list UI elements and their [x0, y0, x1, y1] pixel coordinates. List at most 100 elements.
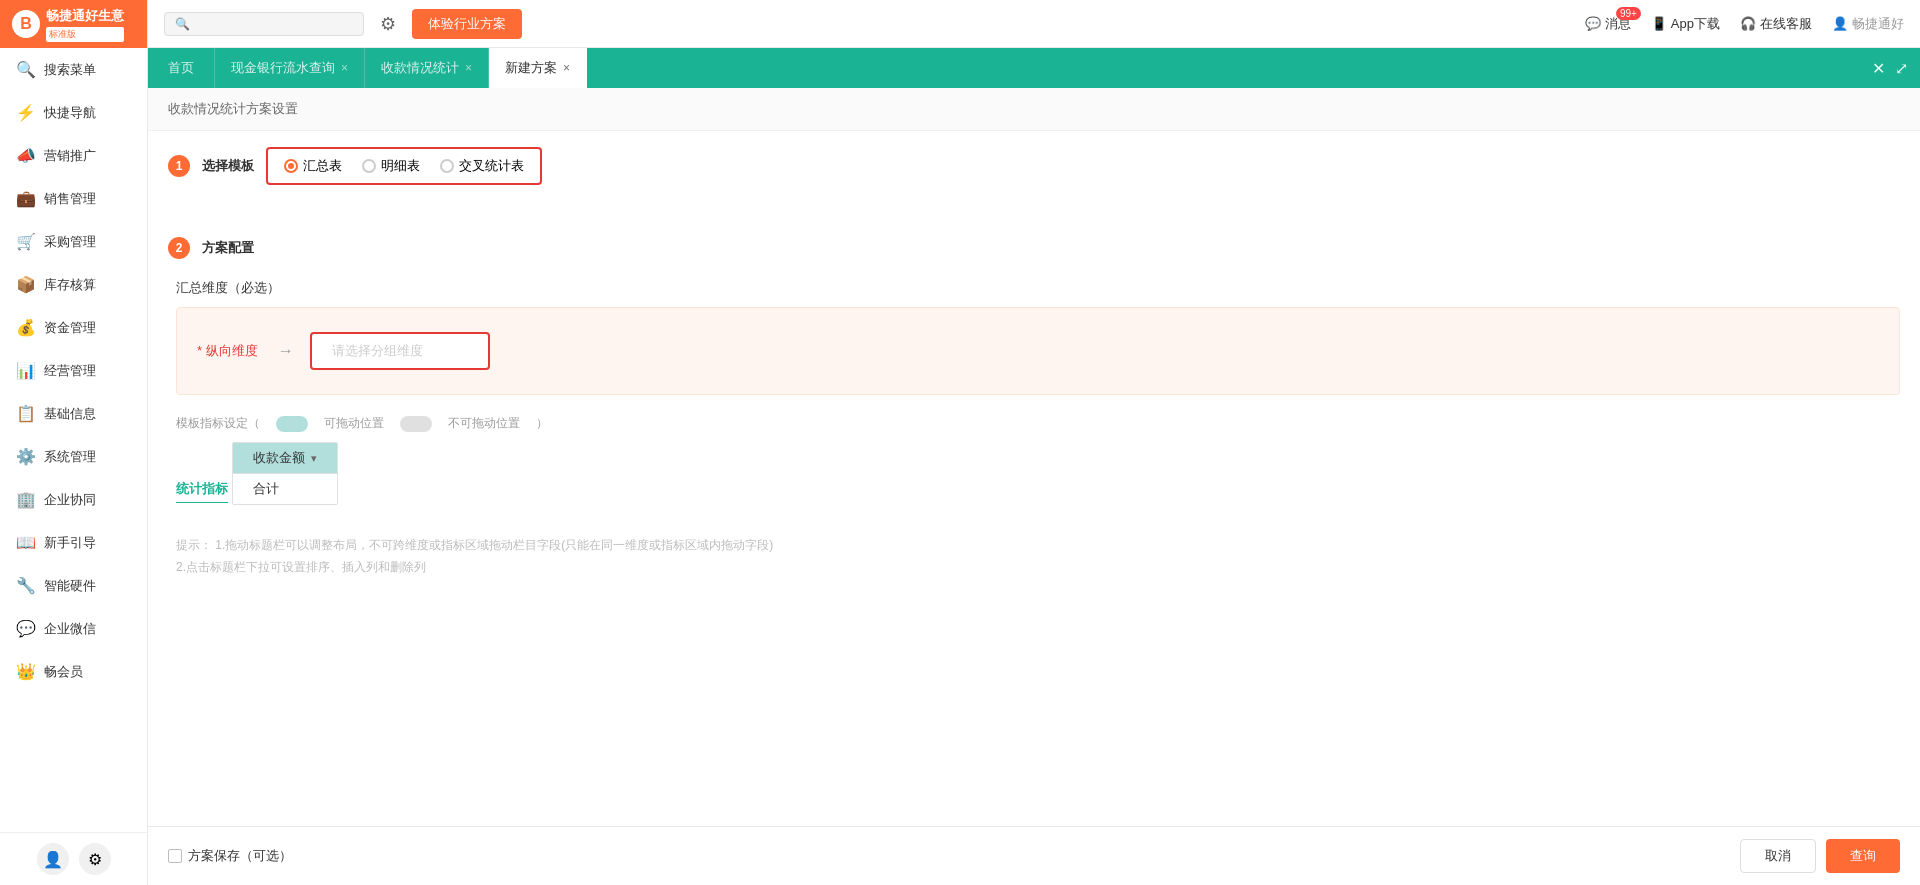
cancel-button[interactable]: 取消	[1740, 839, 1816, 873]
tab-expand-icon[interactable]: ⤢	[1895, 59, 1908, 78]
user-info: 👤 畅捷通好	[1832, 15, 1904, 33]
guide-icon: 📖	[16, 533, 36, 552]
header-search-bar[interactable]: 🔍	[164, 12, 364, 36]
collab-icon: 🏢	[16, 490, 36, 509]
support-label: 在线客服	[1760, 15, 1812, 33]
gear-icon[interactable]: ⚙	[380, 13, 396, 35]
message-badge: 99+	[1616, 7, 1641, 20]
tab-new-plan-close[interactable]: ×	[563, 61, 570, 75]
sales-icon: 💼	[16, 189, 36, 208]
indicator-table: 收款金额 ▾ 合计	[232, 442, 338, 505]
movable-hint-row: 模板指标设定（ 可拖动位置 不可拖动位置 ）	[176, 415, 1900, 432]
message-button[interactable]: 💬 消息 99+	[1585, 15, 1631, 33]
tab-home-label: 首页	[168, 59, 194, 77]
indicator-label: 统计指标	[176, 480, 228, 503]
sidebar-item-purchase[interactable]: 🛒 采购管理	[0, 220, 147, 263]
sidebar-item-label: 资金管理	[44, 319, 96, 337]
radio-summary-label: 汇总表	[303, 157, 342, 175]
tab-new-plan[interactable]: 新建方案 ×	[489, 48, 587, 88]
dimension-row-label: * 纵向维度	[197, 342, 258, 360]
tab-bar-right: ✕ ⤢	[1860, 48, 1920, 88]
page-container: 收款情况统计方案设置 1 选择模板 汇总表	[148, 88, 1920, 826]
indicator-settings-label: 模板指标设定（	[176, 415, 260, 432]
chevron-down-icon: ▾	[311, 452, 317, 465]
sidebar-item-management[interactable]: 📊 经营管理	[0, 349, 147, 392]
tab-collection-stats-close[interactable]: ×	[465, 61, 472, 75]
sidebar-item-member[interactable]: 👑 畅会员	[0, 650, 147, 693]
settings-close-paren: ）	[536, 415, 548, 432]
tips-section: 提示： 1.拖动标题栏可以调整布局，不可跨维度或指标区域拖动栏目字段(只能在同一…	[176, 527, 1900, 586]
step1-title: 选择模板	[202, 157, 254, 175]
sidebar-item-system[interactable]: ⚙️ 系统管理	[0, 435, 147, 478]
step1-badge: 1	[168, 155, 190, 177]
save-option: 方案保存（可选）	[168, 847, 292, 865]
breadcrumb-text: 收款情况统计方案设置	[168, 101, 298, 116]
step2-section: 2 方案配置 汇总维度（必选） * 纵向维度 → 请选择分组维度	[148, 221, 1920, 602]
trial-button[interactable]: 体验行业方案	[412, 9, 522, 39]
sidebar-item-finance[interactable]: 💰 资金管理	[0, 306, 147, 349]
search-icon: 🔍	[16, 60, 36, 79]
radio-summary-circle	[284, 159, 298, 173]
movable-badge	[276, 416, 308, 432]
sidebar-item-collab[interactable]: 🏢 企业协同	[0, 478, 147, 521]
message-icon: 💬	[1585, 16, 1601, 31]
sidebar-item-sales[interactable]: 💼 销售管理	[0, 177, 147, 220]
template-option-summary[interactable]: 汇总表	[284, 157, 342, 175]
online-support-link[interactable]: 🎧 在线客服	[1740, 15, 1812, 33]
tab-close-all-icon[interactable]: ✕	[1872, 59, 1885, 78]
sidebar-avatar-btn[interactable]: 👤	[37, 843, 69, 875]
fixed-badge	[400, 416, 432, 432]
template-option-cross[interactable]: 交叉统计表	[440, 157, 524, 175]
management-icon: 📊	[16, 361, 36, 380]
dimension-section-title: 汇总维度（必选）	[176, 279, 1900, 297]
sidebar-item-label: 智能硬件	[44, 577, 96, 595]
tab-collection-stats[interactable]: 收款情况统计 ×	[365, 48, 489, 88]
sidebar-item-quicknav[interactable]: ⚡ 快捷导航	[0, 91, 147, 134]
step2-title: 方案配置	[202, 239, 254, 257]
sidebar-item-hardware[interactable]: 🔧 智能硬件	[0, 564, 147, 607]
indicator-col-header-text: 收款金额	[253, 449, 305, 467]
sidebar-item-label: 搜索菜单	[44, 61, 96, 79]
sidebar-item-label: 销售管理	[44, 190, 96, 208]
indicator-col-header[interactable]: 收款金额 ▾	[233, 443, 337, 474]
sidebar-item-label: 采购管理	[44, 233, 96, 251]
tab-cash-flow[interactable]: 现金银行流水查询 ×	[215, 48, 365, 88]
wechat-icon: 💬	[16, 619, 36, 638]
step2-row: 2 方案配置	[168, 237, 1900, 259]
sidebar-item-label: 新手引导	[44, 534, 96, 552]
dimension-area: * 纵向维度 → 请选择分组维度	[176, 307, 1900, 395]
template-option-detail[interactable]: 明细表	[362, 157, 420, 175]
bottom-bar: 方案保存（可选） 取消 查询	[148, 826, 1920, 885]
template-select-box: 汇总表 明细表 交叉统计表	[266, 147, 542, 185]
query-button[interactable]: 查询	[1826, 839, 1900, 873]
radio-cross-circle	[440, 159, 454, 173]
app-download-link[interactable]: 📱 App下载	[1651, 15, 1720, 33]
system-icon: ⚙️	[16, 447, 36, 466]
tab-home[interactable]: 首页	[148, 48, 215, 88]
indicator-table-area: 统计指标 收款金额 ▾ 合计	[176, 442, 1900, 511]
sidebar-item-inventory[interactable]: 📦 库存核算	[0, 263, 147, 306]
tab-new-plan-label: 新建方案	[505, 59, 557, 77]
sidebar-item-label: 系统管理	[44, 448, 96, 466]
step1-row: 1 选择模板 汇总表 明细表	[168, 147, 1900, 185]
sidebar-bottom: 👤 ⚙	[0, 832, 147, 885]
save-checkbox[interactable]	[168, 849, 182, 863]
dimension-select-field[interactable]: 请选择分组维度	[310, 332, 490, 370]
sidebar-item-guide[interactable]: 📖 新手引导	[0, 521, 147, 564]
tip-line-1: 提示： 1.拖动标题栏可以调整布局，不可跨维度或指标区域拖动栏目字段(只能在同一…	[176, 535, 1900, 557]
sidebar-item-search[interactable]: 🔍 搜索菜单	[0, 48, 147, 91]
header-right: 💬 消息 99+ 📱 App下载 🎧 在线客服 👤 畅捷通好	[1585, 15, 1904, 33]
tab-cash-flow-close[interactable]: ×	[341, 61, 348, 75]
lightning-icon: ⚡	[16, 103, 36, 122]
dimension-placeholder: 请选择分组维度	[332, 343, 423, 358]
sidebar-item-basics[interactable]: 📋 基础信息	[0, 392, 147, 435]
movable-label: 可拖动位置	[324, 415, 384, 432]
basics-icon: 📋	[16, 404, 36, 423]
radio-detail-label: 明细表	[381, 157, 420, 175]
sidebar-item-wechat[interactable]: 💬 企业微信	[0, 607, 147, 650]
search-input[interactable]	[196, 17, 346, 31]
sidebar-item-marketing[interactable]: 📣 营销推广	[0, 134, 147, 177]
sidebar-settings-btn[interactable]: ⚙	[79, 843, 111, 875]
search-bar-icon: 🔍	[175, 17, 190, 31]
sidebar-item-label: 企业协同	[44, 491, 96, 509]
